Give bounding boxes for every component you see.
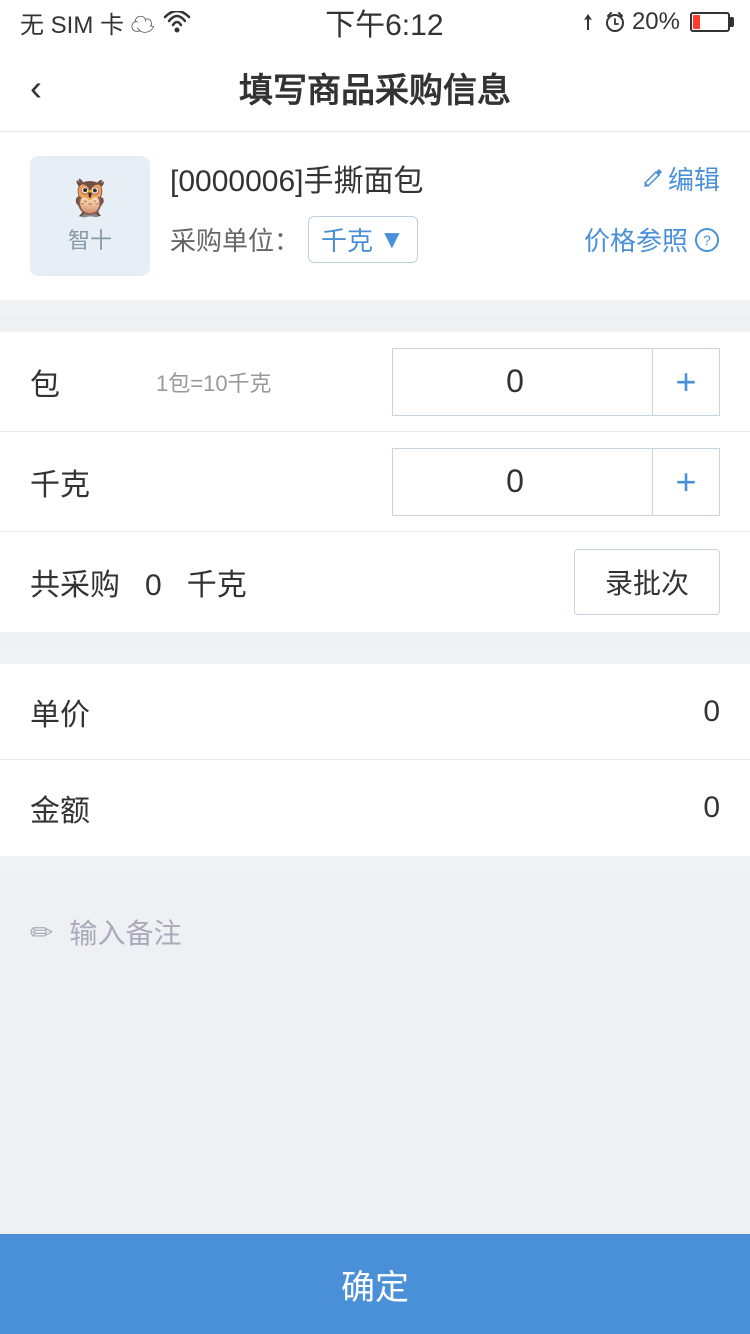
price-ref-label: 价格参照 [584,221,688,258]
unit-select-dropdown[interactable]: 千克 ▼ [308,216,418,263]
product-image: 🦉 智十 [30,156,150,276]
dropdown-arrow-icon: ▼ [379,224,405,255]
input-section: 包 1包=10千克 + 千克 + 共采购 0 千克 录批次 [0,332,750,632]
divider-2 [0,632,750,648]
kg-input-right: + [392,448,720,516]
divider-1 [0,316,750,332]
kg-number-input[interactable] [392,448,652,516]
note-pencil-icon: ✏ [30,916,53,949]
status-right: 20% [578,8,730,36]
unit-label: 采购单位： [170,221,300,258]
unit-price-value: 0 [703,695,720,729]
brand-label: 智十 [68,223,112,255]
summary-amount: 0 [145,569,162,602]
wifi-icon [163,11,191,33]
price-section: 单价 0 金额 0 [0,664,750,856]
nav-bar: ‹ 填写商品采购信息 [0,44,750,132]
note-placeholder-text: 输入备注 [69,912,181,952]
bao-input-row: 包 1包=10千克 + [0,332,750,432]
amount-label: 金额 [30,786,90,830]
product-info: [0000006]手撕面包 编辑 采购单位： 千克 ▼ 价格参照 [170,156,720,263]
svg-text:?: ? [703,232,711,248]
product-full-name: [0000006]手撕面包 [170,156,423,200]
product-card: 🦉 智十 [0000006]手撕面包 编辑 采购单位： 千克 ▼ [0,132,750,300]
edit-icon [642,167,664,189]
product-unit-row: 采购单位： 千克 ▼ 价格参照 ? [170,216,720,263]
status-time: 下午6:12 [325,0,443,44]
battery-percent: 20% [632,8,680,36]
back-button[interactable]: ‹ [30,67,42,109]
bao-number-input[interactable] [392,348,652,416]
edit-label: 编辑 [668,160,720,197]
product-logo-icon: 🦉 [68,177,113,219]
price-ref-button[interactable]: 价格参照 ? [584,221,720,258]
battery-icon [690,12,730,32]
summary-text: 共采购 0 千克 [30,560,247,604]
bao-label: 包 [30,360,150,404]
summary-unit: 千克 [187,569,247,602]
kg-label: 千克 [30,460,150,504]
product-name-row: [0000006]手撕面包 编辑 [170,156,720,200]
unit-value: 千克 [321,221,373,258]
unit-price-row: 单价 0 [0,664,750,760]
edit-button[interactable]: 编辑 [642,160,720,197]
summary-prefix: 共采购 [30,569,120,602]
unit-price-label: 单价 [30,690,90,734]
kg-input-row: 千克 + [0,432,750,532]
confirm-button[interactable]: 确定 [0,1234,750,1334]
summary-row: 共采购 0 千克 录批次 [0,532,750,632]
note-section[interactable]: ✏ 输入备注 [0,872,750,992]
status-bar: 无 SIM 卡 ☁ 下午6:12 20% [0,0,750,44]
bao-sublabel: 1包=10千克 [156,366,272,398]
status-left: 无 SIM 卡 ☁ [20,5,191,40]
no-sim-text: 无 SIM 卡 ☁ [20,5,155,40]
record-batch-button[interactable]: 录批次 [574,549,720,615]
help-circle-icon: ? [694,227,720,253]
bao-input-right: + [392,348,720,416]
bao-plus-button[interactable]: + [652,348,720,416]
kg-plus-button[interactable]: + [652,448,720,516]
amount-value: 0 [703,791,720,825]
amount-row: 金额 0 [0,760,750,856]
alarm-icon [604,11,626,33]
location-icon [578,12,598,32]
page-title: 填写商品采购信息 [239,63,511,112]
